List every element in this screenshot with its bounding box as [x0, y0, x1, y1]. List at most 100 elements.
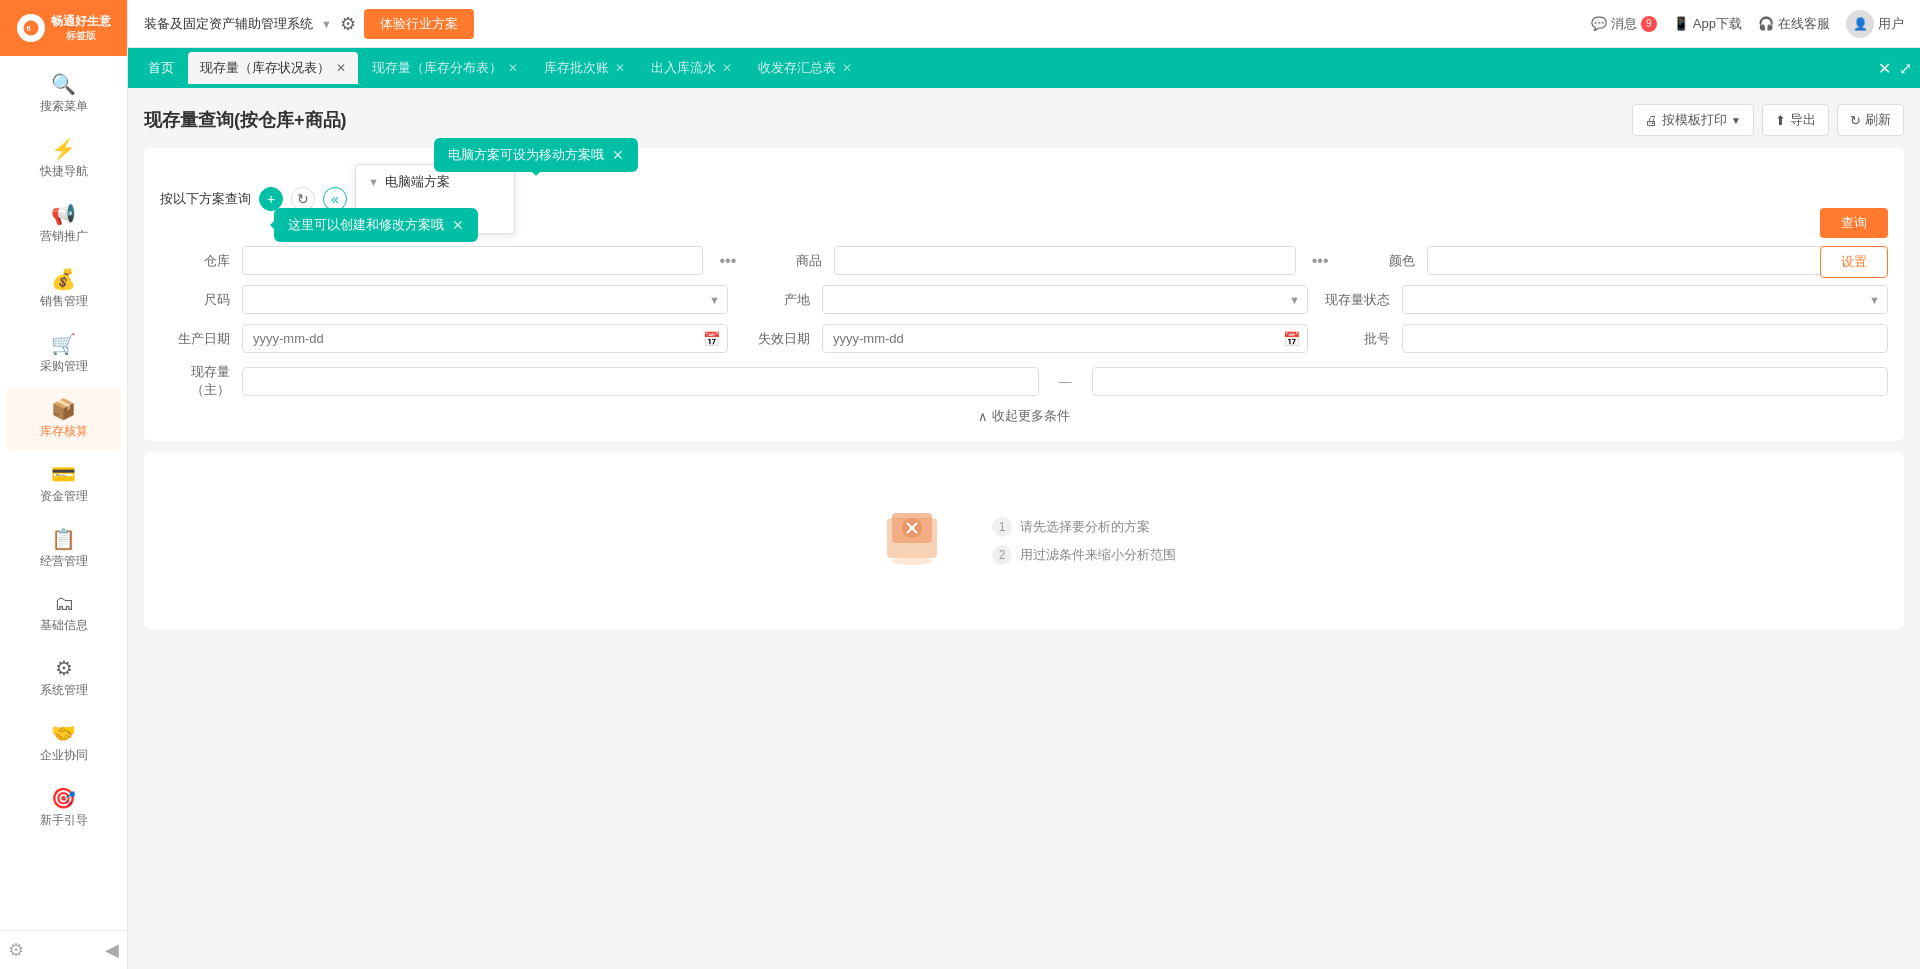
empty-step-2: 2 用过滤条件来缩小分析范围 [992, 545, 1176, 565]
goods-more-icon[interactable]: ••• [1308, 252, 1333, 270]
expiry-date-label: 失效日期 [740, 330, 810, 348]
content-area: 现存量查询(按仓库+商品) 🖨 按模板打印 ▼ ⬆ 导出 ↻ 刷新 [128, 88, 1920, 969]
tab-home[interactable]: 首页 [136, 52, 186, 84]
refresh-button[interactable]: ↻ 刷新 [1837, 104, 1904, 136]
tooltip1-close[interactable]: ✕ [612, 147, 624, 163]
folder-icon: 🗂 [54, 592, 74, 615]
stock-main-max[interactable] [1092, 367, 1889, 396]
app-download-action[interactable]: 📱 App下载 [1673, 15, 1742, 33]
goods-input[interactable] [834, 246, 1295, 275]
stock-status-select[interactable] [1402, 285, 1888, 314]
collapse-icon: ∧ [978, 409, 988, 424]
sidebar-item-inventory[interactable]: 📦 库存核算 [6, 387, 121, 450]
search-icon: 🔍 [51, 72, 76, 96]
size-label: 尺码 [160, 291, 230, 309]
collapse-sidebar-icon[interactable]: ◀ [105, 939, 119, 961]
collapse-bar[interactable]: ∧ 收起更多条件 [160, 399, 1888, 425]
filter-row-2: 尺码 ▼ 产地 ▼ 现存量状态 [160, 285, 1888, 314]
batch-label: 批号 [1320, 330, 1390, 348]
sidebar-item-quick-nav[interactable]: ⚡ 快捷导航 [6, 127, 121, 190]
sidebar-item-operations[interactable]: 📋 经营管理 [6, 517, 121, 580]
empty-state-container: 1 请先选择要分析的方案 2 用过滤条件来缩小分析范围 [144, 453, 1904, 629]
tab-inventory-dist[interactable]: 现存量（库存分布表） ✕ [360, 52, 530, 84]
step-2-num: 2 [992, 545, 1012, 565]
expiry-date-wrap: 📅 [822, 324, 1308, 353]
batch-input[interactable] [1402, 324, 1888, 353]
megaphone-icon: 📢 [51, 202, 76, 226]
system-dropdown-icon[interactable]: ▼ [321, 18, 332, 30]
user-action[interactable]: 👤 用户 [1846, 10, 1904, 38]
size-select[interactable] [242, 285, 728, 314]
tab-close-inventory-dist[interactable]: ✕ [508, 61, 518, 75]
tooltip2-close[interactable]: ✕ [452, 217, 464, 233]
tooltip-scheme-edit: 这里可以创建和修改方案哦 ✕ [274, 208, 478, 242]
sidebar-item-base-info[interactable]: 🗂 基础信息 [6, 582, 121, 644]
gear-icon: ⚙ [55, 656, 73, 680]
query-button[interactable]: 查询 [1820, 208, 1888, 238]
tab-close-in-out-flow[interactable]: ✕ [722, 61, 732, 75]
print-button[interactable]: 🖨 按模板打印 ▼ [1632, 104, 1754, 136]
sidebar-item-marketing[interactable]: 📢 营销推广 [6, 192, 121, 255]
topbar-left: 装备及固定资产辅助管理系统 ▼ ⚙ 体验行业方案 [144, 9, 474, 39]
goods-label: 商品 [752, 252, 822, 270]
app-subtitle: 标签版 [51, 29, 111, 43]
message-icon: 💬 [1591, 16, 1607, 31]
phone-icon: 📱 [1673, 16, 1689, 31]
tab-expand-icon[interactable]: ⤢ [1899, 59, 1912, 78]
filter-rows: 仓库 ••• 商品 ••• 颜色 ▼ [160, 246, 1888, 399]
topbar: 装备及固定资产辅助管理系统 ▼ ⚙ 体验行业方案 💬 消息 9 📱 App下载 … [128, 0, 1920, 48]
app-logo: 6 畅通好生意 标签版 [0, 0, 127, 56]
svg-point-0 [23, 21, 38, 36]
stock-main-min[interactable] [242, 367, 1039, 396]
box-icon: 📦 [51, 397, 76, 421]
svg-point-7 [892, 557, 932, 565]
sidebar-item-enterprise[interactable]: 🤝 企业协同 [6, 711, 121, 774]
main-area: 装备及固定资产辅助管理系统 ▼ ⚙ 体验行业方案 💬 消息 9 📱 App下载 … [128, 0, 1920, 969]
warehouse-input[interactable] [242, 246, 703, 275]
tab-close-summary[interactable]: ✕ [842, 61, 852, 75]
export-button[interactable]: ⬆ 导出 [1762, 104, 1829, 136]
tab-batch-account[interactable]: 库存批次账 ✕ [532, 52, 637, 84]
range-separator: — [1051, 374, 1080, 389]
warehouse-label: 仓库 [160, 252, 230, 270]
warehouse-more-icon[interactable]: ••• [715, 252, 740, 270]
color-label: 颜色 [1345, 252, 1415, 270]
message-action[interactable]: 💬 消息 9 [1591, 15, 1657, 33]
topbar-settings-icon[interactable]: ⚙ [340, 13, 356, 35]
tab-inventory-status[interactable]: 现存量（库存状况表） ✕ [188, 52, 358, 84]
online-service-action[interactable]: 🎧 在线客服 [1758, 15, 1830, 33]
filter-row-3: 生产日期 📅 失效日期 📅 批号 [160, 324, 1888, 353]
cart-icon: 🛒 [51, 332, 76, 356]
sidebar-item-search-menu[interactable]: 🔍 搜索菜单 [6, 62, 121, 125]
expiry-date-input[interactable] [822, 324, 1308, 353]
origin-select[interactable] [822, 285, 1308, 314]
tab-in-out-flow[interactable]: 出入库流水 ✕ [639, 52, 744, 84]
goods-select-wrap [834, 246, 1295, 275]
sidebar-bottom: ⚙ ◀ [0, 930, 127, 969]
tabbar-end: ✕ ⤢ [1878, 59, 1912, 78]
tab-close-inventory-status[interactable]: ✕ [336, 61, 346, 75]
production-date-input[interactable] [242, 324, 728, 353]
settings-button[interactable]: 设置 [1820, 246, 1888, 278]
sidebar-item-purchase[interactable]: 🛒 采购管理 [6, 322, 121, 385]
page-header: 现存量查询(按仓库+商品) 🖨 按模板打印 ▼ ⬆ 导出 ↻ 刷新 [144, 104, 1904, 136]
step-1-num: 1 [992, 517, 1012, 537]
svg-text:6: 6 [26, 24, 30, 33]
color-select[interactable] [1427, 246, 1888, 275]
sidebar-item-guide[interactable]: 🎯 新手引导 [6, 776, 121, 839]
arrow-icon: ▼ [368, 176, 379, 188]
sidebar-item-system[interactable]: ⚙ 系统管理 [6, 646, 121, 709]
tab-summary[interactable]: 收发存汇总表 ✕ [746, 52, 864, 84]
industry-plan-button[interactable]: 体验行业方案 [364, 9, 474, 39]
sidebar-item-finance[interactable]: 💳 资金管理 [6, 452, 121, 515]
sidebar-item-sales[interactable]: 💰 销售管理 [6, 257, 121, 320]
color-select-wrap: ▼ [1427, 246, 1888, 275]
tab-close-all-icon[interactable]: ✕ [1878, 59, 1891, 78]
production-date-label: 生产日期 [160, 330, 230, 348]
card-icon: 💳 [51, 462, 76, 486]
settings-icon[interactable]: ⚙ [8, 939, 24, 961]
empty-steps: 1 请先选择要分析的方案 2 用过滤条件来缩小分析范围 [992, 517, 1176, 565]
stock-main-label: 现存量（主） [160, 363, 230, 399]
tab-close-batch-account[interactable]: ✕ [615, 61, 625, 75]
system-name: 装备及固定资产辅助管理系统 [144, 15, 313, 33]
